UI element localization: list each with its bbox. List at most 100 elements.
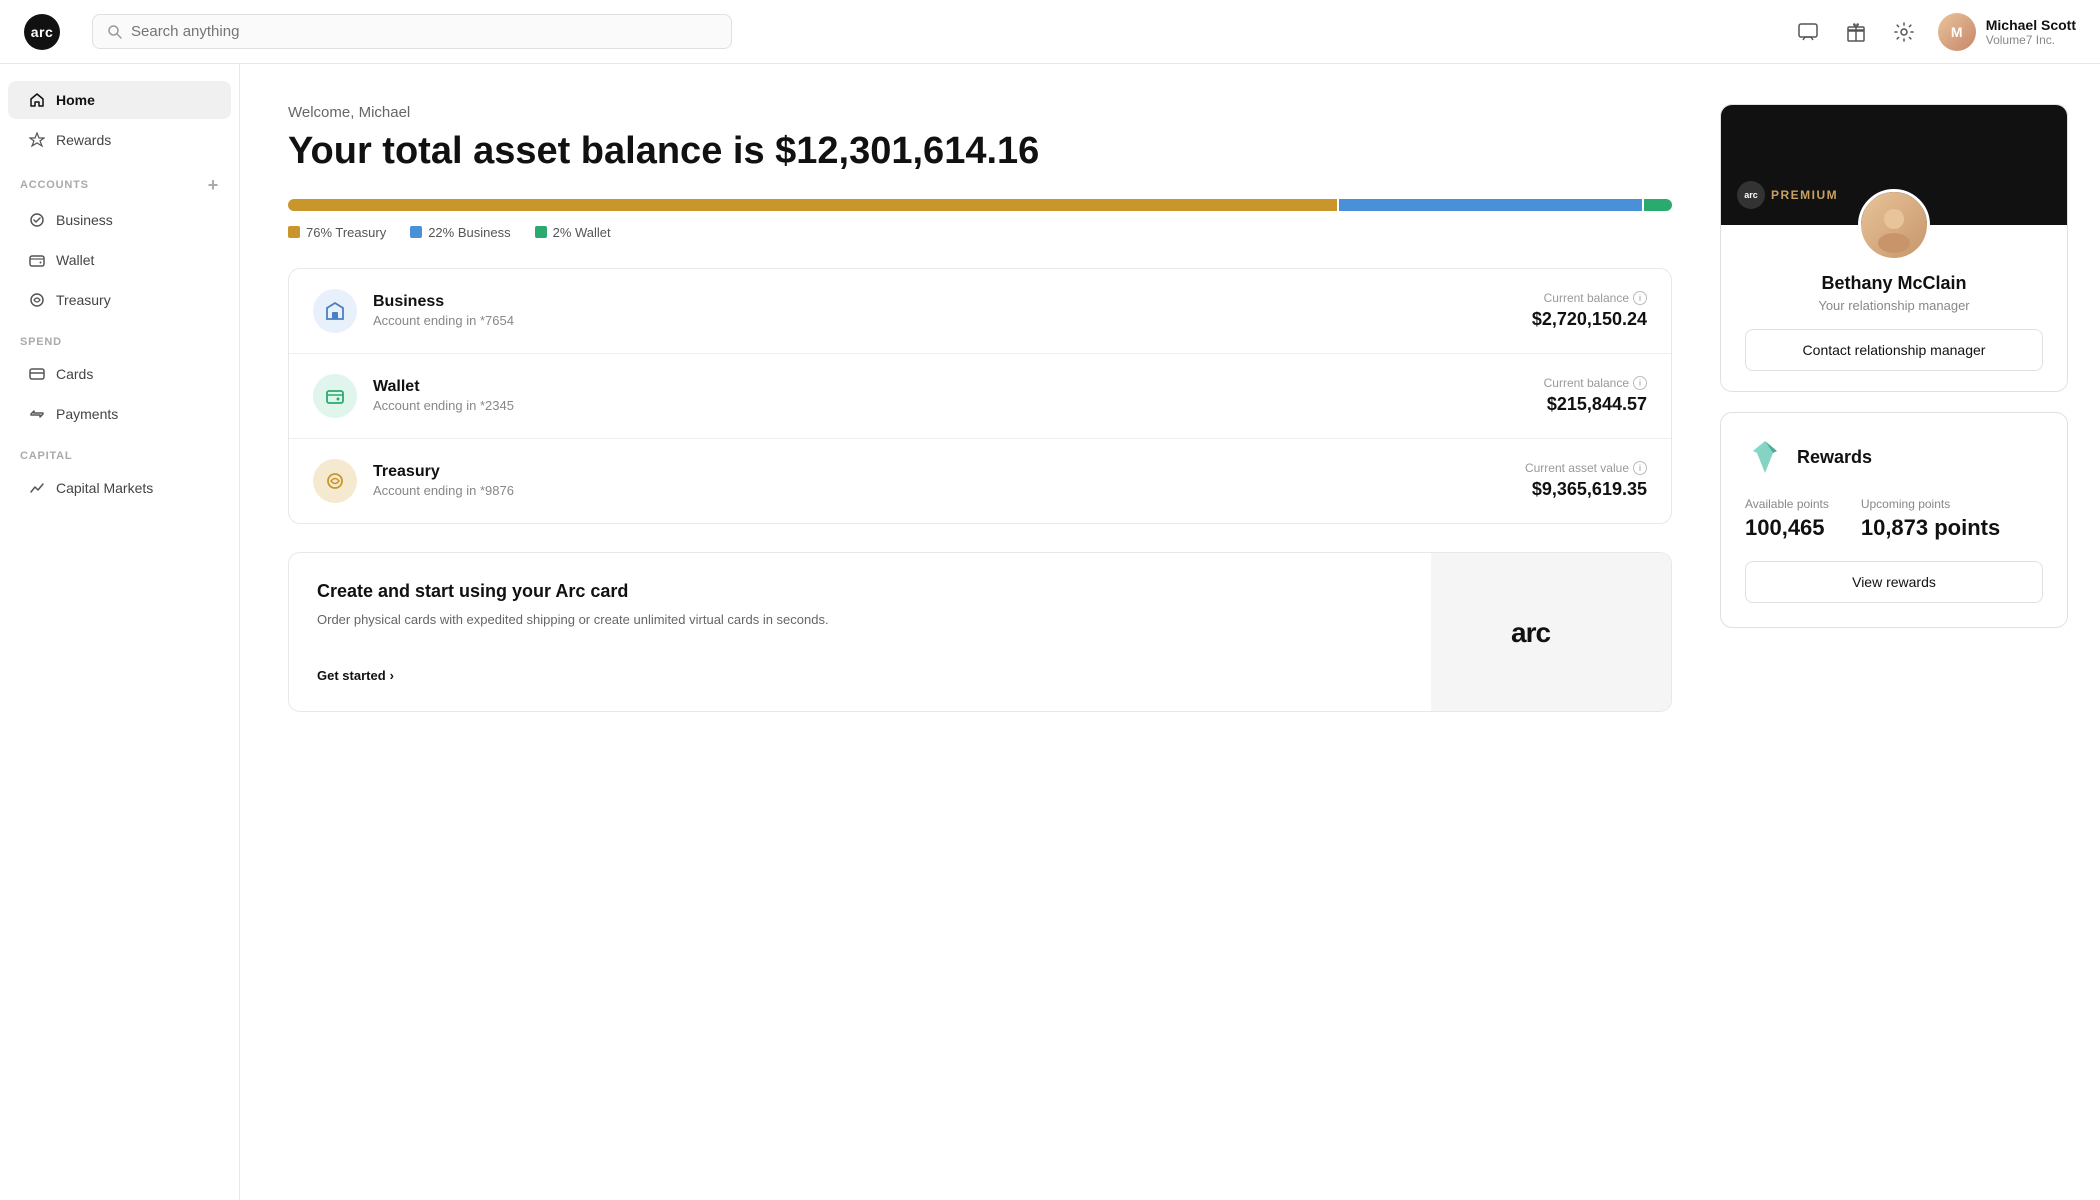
sidebar-item-label: Home: [56, 92, 95, 108]
treasury-info-icon[interactable]: i: [1633, 461, 1647, 475]
logo-text: arc: [31, 24, 54, 40]
messages-icon[interactable]: [1794, 18, 1822, 46]
arc-card-desc: Order physical cards with expedited ship…: [317, 610, 1403, 630]
wallet-dot: [535, 226, 547, 238]
treasury-dot: [288, 226, 300, 238]
rewards-icon: [28, 131, 46, 149]
wallet-account-info: Wallet Account ending in *2345: [373, 378, 1528, 413]
user-name: Michael Scott: [1986, 17, 2076, 33]
legend-treasury: 76% Treasury: [288, 225, 386, 240]
right-panel: arc PREMIUM: [1720, 64, 2100, 1200]
topnav: arc: [0, 0, 2100, 64]
legend-treasury-label: 76% Treasury: [306, 225, 386, 240]
sidebar-item-business[interactable]: Business: [8, 201, 231, 239]
sidebar-item-home[interactable]: Home: [8, 81, 231, 119]
premium-logo-circle: arc: [1737, 181, 1765, 209]
upcoming-points-group: Upcoming points 10,873 points: [1861, 497, 2000, 541]
sidebar-item-payments[interactable]: Payments: [8, 395, 231, 433]
sidebar-item-wallet[interactable]: Wallet: [8, 241, 231, 279]
business-account-sub: Account ending in *7654: [373, 313, 1516, 328]
upcoming-points-label: Upcoming points: [1861, 497, 2000, 511]
search-bar[interactable]: [92, 14, 732, 49]
sidebar-item-label: Payments: [56, 406, 118, 422]
treasury-account-info: Treasury Account ending in *9876: [373, 463, 1509, 498]
premium-label: PREMIUM: [1771, 188, 1838, 202]
sidebar-item-label: Wallet: [56, 252, 94, 268]
arc-card-left: Create and start using your Arc card Ord…: [289, 553, 1431, 711]
premium-banner: arc PREMIUM: [1721, 105, 2067, 225]
home-icon: [28, 91, 46, 109]
progress-legend: 76% Treasury 22% Business 2% Wallet: [288, 225, 1672, 240]
balance-prefix: Your total asset balance is: [288, 130, 775, 172]
contact-rm-button[interactable]: Contact relationship manager: [1745, 329, 2043, 371]
available-points-group: Available points 100,465: [1745, 497, 1829, 541]
topnav-right: M Michael Scott Volume7 Inc.: [1794, 13, 2076, 51]
accounts-section-label: Accounts +: [0, 160, 239, 200]
user-details: Michael Scott Volume7 Inc.: [1986, 17, 2076, 47]
sidebar-item-label: Treasury: [56, 292, 111, 308]
rewards-title: Rewards: [1797, 447, 1872, 468]
get-started-link[interactable]: Get started ›: [317, 668, 1403, 683]
business-account-name: Business: [373, 293, 1516, 311]
business-segment: [1339, 199, 1643, 211]
rewards-card: Rewards Available points 100,465 Upcomin…: [1720, 412, 2068, 628]
rewards-header: Rewards: [1745, 437, 2043, 477]
treasury-icon: [28, 291, 46, 309]
rm-avatar-placeholder: [1861, 192, 1927, 258]
account-row-business[interactable]: Business Account ending in *7654 Current…: [289, 269, 1671, 354]
sidebar-item-label: Cards: [56, 366, 93, 382]
wallet-account-name: Wallet: [373, 378, 1528, 396]
main-content: Welcome, Michael Your total asset balanc…: [240, 64, 1720, 1200]
search-input[interactable]: [131, 23, 717, 40]
treasury-account-name: Treasury: [373, 463, 1509, 481]
view-rewards-button[interactable]: View rewards: [1745, 561, 2043, 603]
logo-circle: arc: [24, 14, 60, 50]
arc-card-title: Create and start using your Arc card: [317, 581, 1403, 602]
sidebar-item-capital-markets[interactable]: Capital Markets: [8, 469, 231, 507]
app-logo[interactable]: arc: [24, 14, 60, 50]
wallet-icon: [28, 251, 46, 269]
sidebar-item-label: Business: [56, 212, 113, 228]
legend-business-label: 22% Business: [428, 225, 510, 240]
treasury-segment: [288, 199, 1337, 211]
treasury-account-balance: Current asset value i $9,365,619.35: [1525, 461, 1647, 500]
sidebar-item-rewards[interactable]: Rewards: [8, 121, 231, 159]
account-row-treasury[interactable]: Treasury Account ending in *9876 Current…: [289, 439, 1671, 523]
available-points-label: Available points: [1745, 497, 1829, 511]
arc-card-content: Create and start using your Arc card Ord…: [317, 581, 1403, 630]
wallet-segment: [1644, 199, 1672, 211]
business-info-icon[interactable]: i: [1633, 291, 1647, 305]
user-company: Volume7 Inc.: [1986, 33, 2076, 47]
get-started-label: Get started: [317, 668, 386, 683]
sidebar-item-cards[interactable]: Cards: [8, 355, 231, 393]
wallet-account-balance: Current balance i $215,844.57: [1544, 376, 1647, 415]
business-dot: [410, 226, 422, 238]
sidebar-item-treasury[interactable]: Treasury: [8, 281, 231, 319]
arc-card-promo: Create and start using your Arc card Ord…: [288, 552, 1672, 712]
premium-card: arc PREMIUM: [1720, 104, 2068, 392]
rm-name: Bethany McClain: [1745, 273, 2043, 294]
settings-icon[interactable]: [1890, 18, 1918, 46]
upcoming-points-value: 10,873 points: [1861, 515, 2000, 541]
business-account-icon: [313, 289, 357, 333]
payments-icon: [28, 405, 46, 423]
balance-amount: $12,301,614.16: [775, 130, 1039, 172]
search-icon: [107, 24, 123, 40]
available-points-value: 100,465: [1745, 515, 1829, 541]
add-account-button[interactable]: +: [208, 176, 219, 194]
user-menu[interactable]: M Michael Scott Volume7 Inc.: [1938, 13, 2076, 51]
main-layout: Home Rewards Accounts + Business: [0, 64, 2100, 1200]
capital-markets-icon: [28, 479, 46, 497]
gift-icon[interactable]: [1842, 18, 1870, 46]
wallet-balance-value: $215,844.57: [1544, 394, 1647, 415]
accounts-panel: Business Account ending in *7654 Current…: [288, 268, 1672, 524]
premium-logo: arc PREMIUM: [1737, 181, 1838, 209]
treasury-account-sub: Account ending in *9876: [373, 483, 1509, 498]
wallet-account-icon: [313, 374, 357, 418]
wallet-info-icon[interactable]: i: [1633, 376, 1647, 390]
business-icon: [28, 211, 46, 229]
rm-title: Your relationship manager: [1745, 298, 2043, 313]
account-row-wallet[interactable]: Wallet Account ending in *2345 Current b…: [289, 354, 1671, 439]
wallet-account-sub: Account ending in *2345: [373, 398, 1528, 413]
rm-avatar-container: [1858, 189, 1930, 261]
